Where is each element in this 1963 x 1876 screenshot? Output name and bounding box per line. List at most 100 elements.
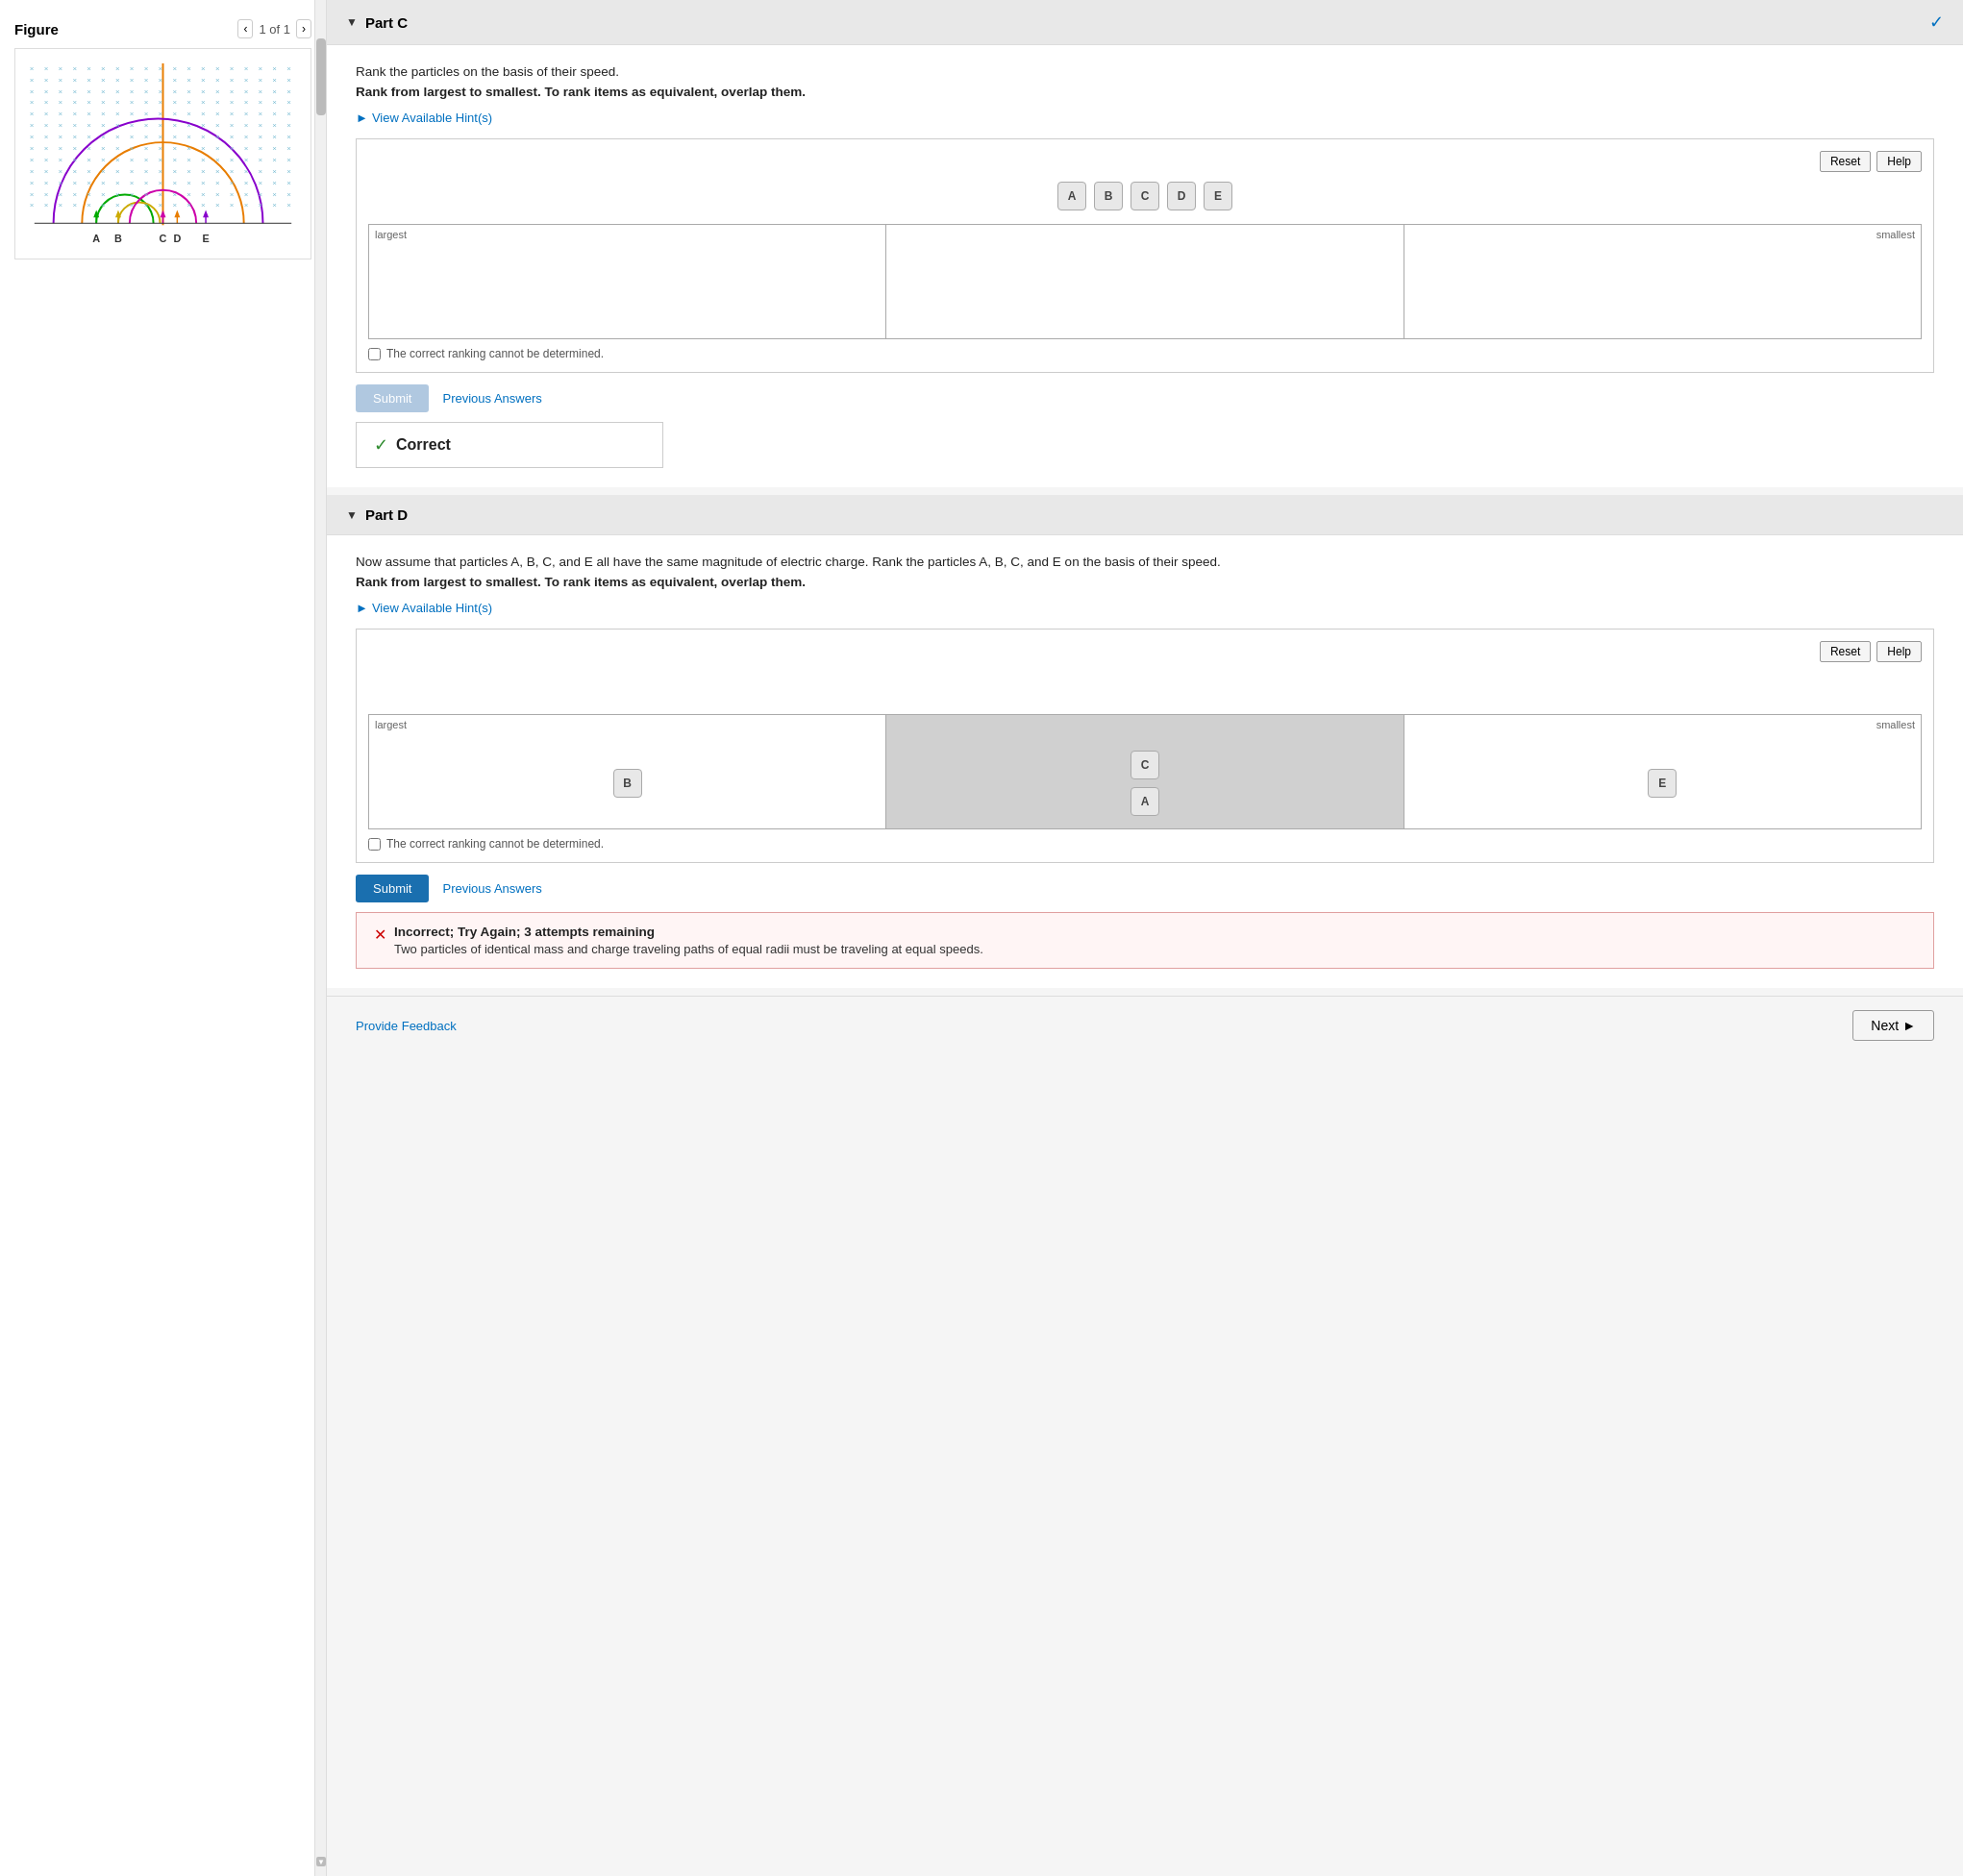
part-d-collapse-arrow[interactable]: ▼ xyxy=(346,508,358,522)
part-c-correct-box: ✓ Correct xyxy=(356,422,663,468)
part-d-ranking-toolbar: Reset Help xyxy=(368,641,1922,662)
svg-text:×: × xyxy=(272,121,277,130)
part-d-token-a[interactable]: A xyxy=(1131,787,1159,816)
svg-text:×: × xyxy=(186,64,191,73)
token-e[interactable]: E xyxy=(1204,182,1232,210)
part-d-header-left: ▼ Part D xyxy=(346,506,408,523)
svg-text:×: × xyxy=(215,156,220,164)
svg-text:×: × xyxy=(130,133,135,141)
svg-text:×: × xyxy=(272,156,277,164)
part-d-help-button[interactable]: Help xyxy=(1876,641,1922,662)
part-d-rank-box-left[interactable]: largest B xyxy=(369,715,886,828)
svg-text:×: × xyxy=(144,201,149,210)
main-content: ▼ Part C ✓ Rank the particles on the bas… xyxy=(327,0,1963,1876)
svg-text:×: × xyxy=(130,87,135,96)
svg-text:×: × xyxy=(172,201,177,210)
part-c-rank-box-right[interactable]: smallest xyxy=(1404,225,1921,338)
token-d[interactable]: D xyxy=(1167,182,1196,210)
part-c-rank-box-middle[interactable] xyxy=(886,225,1404,338)
svg-text:×: × xyxy=(115,144,120,153)
figure-title: Figure xyxy=(14,21,59,37)
part-d-cannot-determine-checkbox[interactable] xyxy=(368,838,381,851)
svg-text:×: × xyxy=(201,179,206,187)
provide-feedback-link[interactable]: Provide Feedback xyxy=(356,1019,457,1033)
svg-text:×: × xyxy=(101,64,106,73)
svg-text:×: × xyxy=(59,156,63,164)
svg-text:×: × xyxy=(44,64,49,73)
part-d-tokens-row xyxy=(368,672,1922,701)
part-c-prev-answers-link[interactable]: Previous Answers xyxy=(442,391,541,406)
part-d-incorrect-title: Incorrect; Try Again; 3 attempts remaini… xyxy=(394,925,983,939)
svg-text:×: × xyxy=(159,98,163,107)
svg-text:×: × xyxy=(259,156,263,164)
svg-text:×: × xyxy=(72,76,77,85)
figure-next-button[interactable]: › xyxy=(296,19,311,38)
svg-text:×: × xyxy=(115,76,120,85)
svg-text:×: × xyxy=(59,201,63,210)
part-c-reset-button[interactable]: Reset xyxy=(1820,151,1871,172)
svg-text:×: × xyxy=(101,133,106,141)
svg-text:×: × xyxy=(172,167,177,176)
part-d-ranking-widget: Reset Help largest B xyxy=(356,629,1934,863)
part-d-token-c[interactable]: C xyxy=(1131,751,1159,779)
part-d-rank-box-right[interactable]: smallest E xyxy=(1404,715,1921,828)
part-d-question1: Now assume that particles A, B, C, and E… xyxy=(356,555,1934,569)
svg-text:×: × xyxy=(186,110,191,118)
token-b[interactable]: B xyxy=(1094,182,1123,210)
svg-text:×: × xyxy=(144,121,149,130)
svg-text:×: × xyxy=(215,110,220,118)
part-d-token-b[interactable]: B xyxy=(613,769,642,798)
svg-text:×: × xyxy=(59,190,63,199)
svg-text:×: × xyxy=(230,64,235,73)
svg-text:×: × xyxy=(72,87,77,96)
scroll-down-arrow[interactable]: ▼ xyxy=(316,1857,326,1866)
svg-text:×: × xyxy=(172,87,177,96)
part-c-help-button[interactable]: Help xyxy=(1876,151,1922,172)
svg-text:×: × xyxy=(215,98,220,107)
svg-text:×: × xyxy=(172,98,177,107)
arcs-svg: // We'll generate them in JS below xyxy=(15,49,311,259)
part-c-middle-tokens xyxy=(886,248,1403,338)
part-c-cannot-determine: The correct ranking cannot be determined… xyxy=(368,347,1922,360)
svg-text:×: × xyxy=(272,190,277,199)
svg-text:×: × xyxy=(115,133,120,141)
scrollbar[interactable]: ▼ xyxy=(314,0,326,1876)
part-c-cannot-determine-checkbox[interactable] xyxy=(368,348,381,360)
svg-text:C: C xyxy=(160,233,167,244)
svg-text:×: × xyxy=(72,167,77,176)
token-c[interactable]: C xyxy=(1131,182,1159,210)
part-c-question1: Rank the particles on the basis of their… xyxy=(356,64,1934,79)
svg-text:×: × xyxy=(201,190,206,199)
svg-marker-8 xyxy=(161,210,166,217)
svg-text:×: × xyxy=(115,64,120,73)
svg-text:×: × xyxy=(72,156,77,164)
part-d-submit-button[interactable]: Submit xyxy=(356,875,429,902)
part-d-rank-box-middle[interactable]: C A xyxy=(886,715,1404,828)
part-d-token-e[interactable]: E xyxy=(1648,769,1677,798)
part-d-prev-answers-link[interactable]: Previous Answers xyxy=(442,881,541,896)
svg-text:×: × xyxy=(130,156,135,164)
svg-text:×: × xyxy=(286,179,291,187)
svg-text:×: × xyxy=(259,64,263,73)
part-c-collapse-arrow[interactable]: ▼ xyxy=(346,15,358,29)
part-c-ranking-boxes: largest smallest xyxy=(368,224,1922,339)
svg-text:B: B xyxy=(114,233,122,244)
next-button[interactable]: Next ► xyxy=(1852,1010,1934,1041)
svg-text:×: × xyxy=(186,121,191,130)
part-c-rank-box-left[interactable]: largest xyxy=(369,225,886,338)
part-d-section: ▼ Part D Now assume that particles A, B,… xyxy=(327,495,1963,988)
svg-text:×: × xyxy=(30,190,35,199)
part-d-incorrect-box: ✕ Incorrect; Try Again; 3 attempts remai… xyxy=(356,912,1934,969)
part-d-reset-button[interactable]: Reset xyxy=(1820,641,1871,662)
svg-text:×: × xyxy=(201,98,206,107)
svg-text:×: × xyxy=(286,76,291,85)
part-d-cannot-determine-text: The correct ranking cannot be determined… xyxy=(386,837,604,851)
svg-text:×: × xyxy=(87,133,91,141)
svg-text:×: × xyxy=(30,64,35,73)
token-a[interactable]: A xyxy=(1057,182,1086,210)
part-d-hint-link[interactable]: ► View Available Hint(s) xyxy=(356,601,492,615)
part-c-hint-link[interactable]: ► View Available Hint(s) xyxy=(356,111,492,125)
part-c-submit-button[interactable]: Submit xyxy=(356,384,429,412)
svg-text:×: × xyxy=(87,87,91,96)
figure-prev-button[interactable]: ‹ xyxy=(237,19,253,38)
